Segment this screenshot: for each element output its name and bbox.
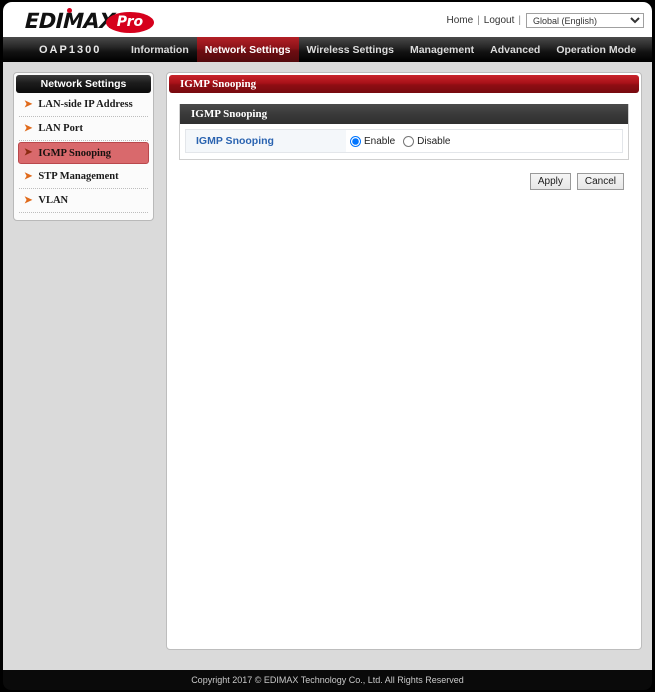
section-body: IGMP Snooping Enable Disable [180,124,628,159]
sidebar-item-label: VLAN [38,195,69,206]
header-links: Home | Logout | Global (English) [444,13,644,28]
sidebar-item-label: LAN-side IP Address [38,99,133,110]
sidebar-item-lan-side-ip-address[interactable]: ➤ LAN-side IP Address [19,93,148,117]
igmp-snooping-row: IGMP Snooping Enable Disable [185,129,623,153]
apply-button[interactable]: Apply [529,173,571,190]
edimax-pro-logo: EDIMAX Pro [25,7,154,35]
top-header: EDIMAX Pro Home | Logout | Global (Engli… [3,2,652,37]
nav-item-advanced[interactable]: Advanced [482,37,548,62]
logo-pro-badge: Pro [105,11,154,33]
radio-enable-input[interactable] [350,135,361,147]
chevron-right-icon: ➤ [24,194,33,206]
chevron-right-icon: ➤ [24,122,33,134]
radio-enable[interactable]: Enable [350,135,396,147]
header-separator-2: | [518,15,521,26]
sidebar-title: Network Settings [16,75,151,93]
logout-link[interactable]: Logout [481,15,518,26]
content-panel: IGMP Snooping IGMP Snooping IGMP Snoopin… [166,72,642,650]
page-frame: EDIMAX Pro Home | Logout | Global (Engli… [0,0,655,692]
nav-items: Information Network Settings Wireless Se… [123,37,644,62]
action-buttons: Apply Cancel [529,173,624,190]
radio-disable[interactable]: Disable [403,135,451,147]
chevron-right-icon: ➤ [24,98,33,110]
chevron-right-icon: ➤ [24,147,33,158]
nav-item-information[interactable]: Information [123,37,197,62]
device-model-label: OAP1300 [39,43,102,56]
sidebar-item-lan-port[interactable]: ➤ LAN Port [19,117,148,141]
sidebar-item-igmp-snooping[interactable]: ➤ IGMP Snooping [18,142,149,164]
igmp-snooping-section: IGMP Snooping IGMP Snooping Enable Disab… [179,104,629,160]
logo-dot-icon [67,8,72,13]
sidebar-item-label: STP Management [38,171,119,182]
language-select[interactable]: Global (English) [526,13,644,28]
main-navigation: OAP1300 Information Network Settings Wir… [3,37,652,62]
section-title: IGMP Snooping [180,104,628,124]
nav-item-management[interactable]: Management [402,37,482,62]
copyright-text: Copyright 2017 © EDIMAX Technology Co., … [191,675,464,685]
footer: Copyright 2017 © EDIMAX Technology Co., … [3,670,652,690]
nav-item-operation-mode[interactable]: Operation Mode [548,37,644,62]
sidebar-item-stp-management[interactable]: ➤ STP Management [19,165,148,189]
igmp-snooping-options: Enable Disable [346,130,622,152]
radio-enable-label: Enable [364,135,396,147]
sidebar-item-label: IGMP Snooping [38,147,112,159]
sidebar-item-vlan[interactable]: ➤ VLAN [19,189,148,213]
home-link[interactable]: Home [444,15,477,26]
sidebar-item-label: LAN Port [38,123,84,134]
cancel-button[interactable]: Cancel [576,173,624,190]
nav-item-wireless-settings[interactable]: Wireless Settings [299,37,402,62]
sidebar: Network Settings ➤ LAN-side IP Address ➤… [13,72,154,221]
igmp-snooping-label: IGMP Snooping [186,130,346,152]
chevron-right-icon: ➤ [24,170,33,182]
body-area: Network Settings ➤ LAN-side IP Address ➤… [3,62,652,670]
radio-disable-label: Disable [417,135,451,147]
radio-disable-input[interactable] [403,135,415,147]
page-title: IGMP Snooping [169,75,639,93]
nav-item-network-settings[interactable]: Network Settings [196,37,299,62]
